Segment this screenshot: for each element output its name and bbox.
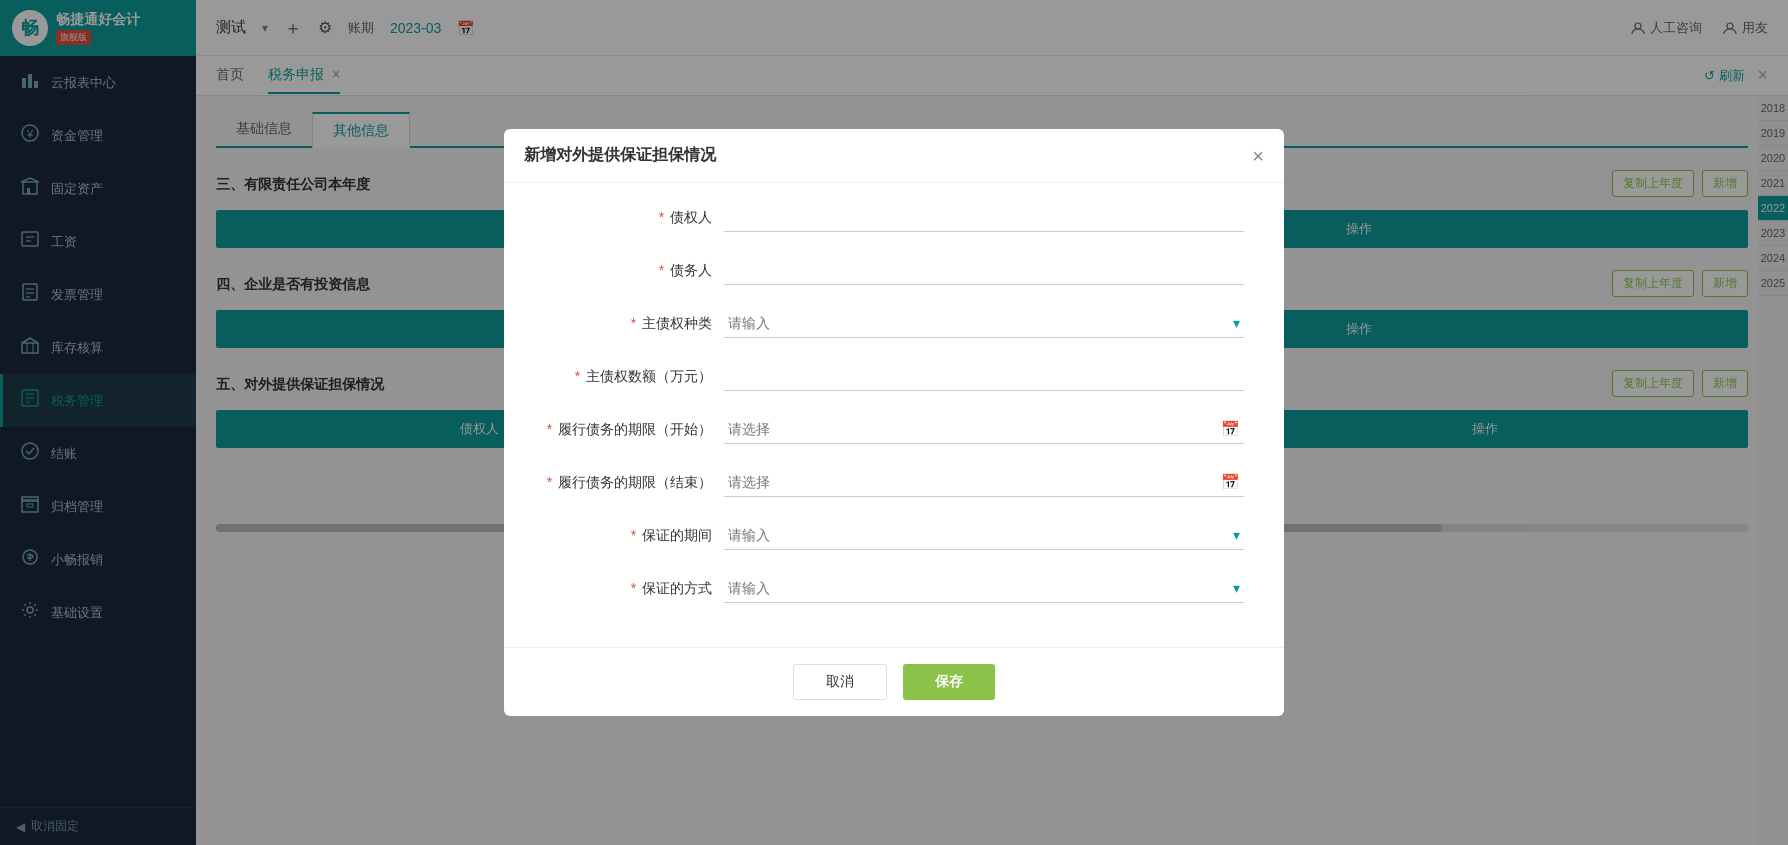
field-row-baozheng-period: * 保证的期间 ▾ <box>544 521 1244 550</box>
dialog-add-guarantee: 新增对外提供保证担保情况 × * 债权人 * 债务人 <box>504 129 1284 716</box>
date-wrap-end: 📅 <box>724 468 1244 497</box>
select-wrap-baozheng-way: ▾ <box>724 574 1244 603</box>
dialog-close-icon[interactable]: × <box>1252 146 1264 166</box>
chevron-down-period-icon[interactable]: ▾ <box>1229 527 1244 543</box>
input-zhaiquanren[interactable] <box>724 203 1244 232</box>
label-baozheng-period: * 保证的期间 <box>544 527 724 545</box>
field-row-zhuzhaiquanshue: * 主债权数额（万元） <box>544 362 1244 391</box>
field-row-zhaiwuren: * 债务人 <box>544 256 1244 285</box>
select-wrap-zhonglei: ▾ <box>724 309 1244 338</box>
date-wrap-start: 📅 <box>724 415 1244 444</box>
field-row-lvxing-end: * 履行债务的期限（结束） 📅 <box>544 468 1244 497</box>
field-row-zhuzhaiquanzhonglei: * 主债权种类 ▾ <box>544 309 1244 338</box>
input-baozheng-way[interactable] <box>724 574 1229 602</box>
field-row-lvxing-start: * 履行债务的期限（开始） 📅 <box>544 415 1244 444</box>
input-zhuzhaiquanshue[interactable] <box>724 362 1244 391</box>
select-wrap-baozheng-period: ▾ <box>724 521 1244 550</box>
label-lvxing-end: * 履行债务的期限（结束） <box>544 474 724 492</box>
input-lvxing-end[interactable] <box>724 468 1217 496</box>
chevron-down-zhonglei-icon[interactable]: ▾ <box>1229 315 1244 331</box>
calendar-start-icon[interactable]: 📅 <box>1217 420 1244 438</box>
input-zhuzhaiquanzhonglei[interactable] <box>724 309 1229 337</box>
calendar-end-icon[interactable]: 📅 <box>1217 473 1244 491</box>
label-zhuzhaiquanzhonglei: * 主债权种类 <box>544 315 724 333</box>
label-zhaiwuren: * 债务人 <box>544 262 724 280</box>
label-zhuzhaiquanshue: * 主债权数额（万元） <box>544 368 724 386</box>
dialog-title: 新增对外提供保证担保情况 <box>524 145 716 166</box>
input-zhaiwuren[interactable] <box>724 256 1244 285</box>
dialog-header: 新增对外提供保证担保情况 × <box>504 129 1284 183</box>
chevron-down-way-icon[interactable]: ▾ <box>1229 580 1244 596</box>
input-lvxing-start[interactable] <box>724 415 1217 443</box>
field-row-baozheng-way: * 保证的方式 ▾ <box>544 574 1244 603</box>
field-row-zhaiquanren: * 债权人 <box>544 203 1244 232</box>
label-zhaiquanren: * 债权人 <box>544 209 724 227</box>
label-lvxing-start: * 履行债务的期限（开始） <box>544 421 724 439</box>
dialog-overlay: 新增对外提供保证担保情况 × * 债权人 * 债务人 <box>0 0 1788 845</box>
save-button[interactable]: 保存 <box>903 664 995 700</box>
dialog-footer: 取消 保存 <box>504 647 1284 716</box>
input-baozheng-period[interactable] <box>724 521 1229 549</box>
cancel-button[interactable]: 取消 <box>793 664 887 700</box>
dialog-body: * 债权人 * 债务人 * 主债权种类 <box>504 183 1284 647</box>
label-baozheng-way: * 保证的方式 <box>544 580 724 598</box>
